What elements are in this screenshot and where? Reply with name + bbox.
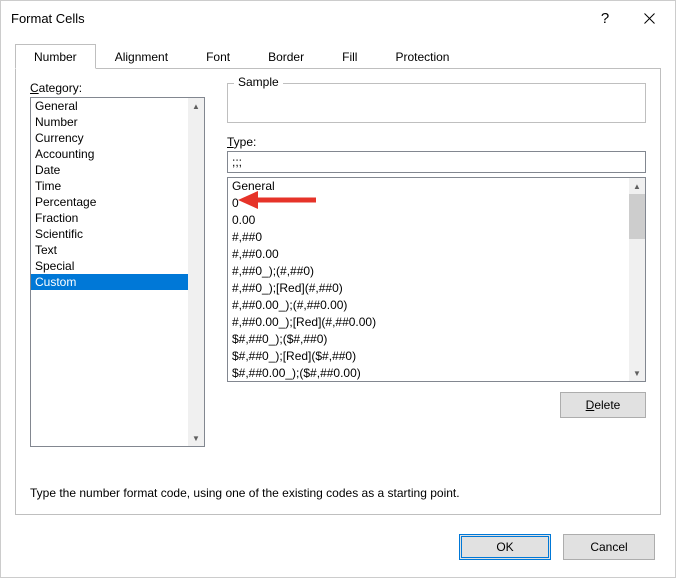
scrollbar[interactable]: ▲ ▼ bbox=[188, 98, 204, 446]
tab-number[interactable]: Number bbox=[15, 44, 96, 69]
cancel-button[interactable]: Cancel bbox=[563, 534, 655, 560]
titlebar: Format Cells ? bbox=[1, 1, 675, 35]
chevron-up-icon: ▲ bbox=[188, 98, 204, 114]
list-item[interactable]: #,##0_);[Red](#,##0) bbox=[228, 280, 645, 297]
scrollbar[interactable]: ▲ ▼ bbox=[629, 178, 645, 381]
list-item[interactable]: $#,##0_);($#,##0) bbox=[228, 331, 645, 348]
list-item[interactable]: Text bbox=[31, 242, 204, 258]
close-icon bbox=[644, 13, 655, 24]
chevron-down-icon: ▼ bbox=[629, 365, 645, 381]
close-button[interactable] bbox=[627, 3, 671, 33]
type-input[interactable] bbox=[227, 151, 646, 173]
sample-box: Sample bbox=[227, 83, 646, 123]
hint-text: Type the number format code, using one o… bbox=[30, 486, 646, 500]
list-item[interactable]: #,##0.00_);[Red](#,##0.00) bbox=[228, 314, 645, 331]
list-item[interactable]: Scientific bbox=[31, 226, 204, 242]
list-item[interactable]: Special bbox=[31, 258, 204, 274]
list-item[interactable]: #,##0.00 bbox=[228, 246, 645, 263]
tab-fill[interactable]: Fill bbox=[323, 44, 376, 69]
tabpanel-number: Category: General Number Currency Accoun… bbox=[15, 69, 661, 515]
list-item[interactable]: 0.00 bbox=[228, 212, 645, 229]
category-listbox[interactable]: General Number Currency Accounting Date … bbox=[30, 97, 205, 447]
type-label: Type: bbox=[227, 135, 646, 149]
tab-border[interactable]: Border bbox=[249, 44, 323, 69]
format-code-listbox[interactable]: General 0 0.00 #,##0 #,##0.00 #,##0_);(#… bbox=[227, 177, 646, 382]
tab-protection[interactable]: Protection bbox=[376, 44, 468, 69]
scrollbar-thumb[interactable] bbox=[629, 194, 645, 239]
list-item[interactable]: $#,##0_);[Red]($#,##0) bbox=[228, 348, 645, 365]
list-item[interactable]: #,##0_);(#,##0) bbox=[228, 263, 645, 280]
list-item[interactable]: General bbox=[31, 98, 204, 114]
list-item[interactable]: Custom bbox=[31, 274, 204, 290]
ok-button[interactable]: OK bbox=[459, 534, 551, 560]
chevron-down-icon: ▼ bbox=[188, 430, 204, 446]
list-item[interactable]: Date bbox=[31, 162, 204, 178]
list-item[interactable]: Time bbox=[31, 178, 204, 194]
chevron-up-icon: ▲ bbox=[629, 178, 645, 194]
list-item[interactable]: Currency bbox=[31, 130, 204, 146]
delete-button[interactable]: Delete bbox=[560, 392, 646, 418]
list-item[interactable]: #,##0.00_);(#,##0.00) bbox=[228, 297, 645, 314]
dialog-body: Number Alignment Font Border Fill Protec… bbox=[1, 35, 675, 529]
list-item[interactable]: $#,##0.00_);($#,##0.00) bbox=[228, 365, 645, 382]
help-button[interactable]: ? bbox=[583, 3, 627, 33]
list-item[interactable]: 0 bbox=[228, 195, 645, 212]
tab-font[interactable]: Font bbox=[187, 44, 249, 69]
sample-label: Sample bbox=[234, 75, 283, 89]
list-item[interactable]: Accounting bbox=[31, 146, 204, 162]
tabstrip: Number Alignment Font Border Fill Protec… bbox=[15, 43, 661, 69]
category-label: Category: bbox=[30, 81, 205, 95]
list-item[interactable]: Percentage bbox=[31, 194, 204, 210]
tab-alignment[interactable]: Alignment bbox=[96, 44, 187, 69]
dialog-title: Format Cells bbox=[11, 11, 583, 26]
list-item[interactable]: Number bbox=[31, 114, 204, 130]
format-cells-dialog: Format Cells ? Number Alignment Font Bor… bbox=[0, 0, 676, 578]
list-item[interactable]: Fraction bbox=[31, 210, 204, 226]
list-item[interactable]: #,##0 bbox=[228, 229, 645, 246]
list-item[interactable]: General bbox=[228, 178, 645, 195]
dialog-footer: OK Cancel bbox=[1, 529, 675, 577]
